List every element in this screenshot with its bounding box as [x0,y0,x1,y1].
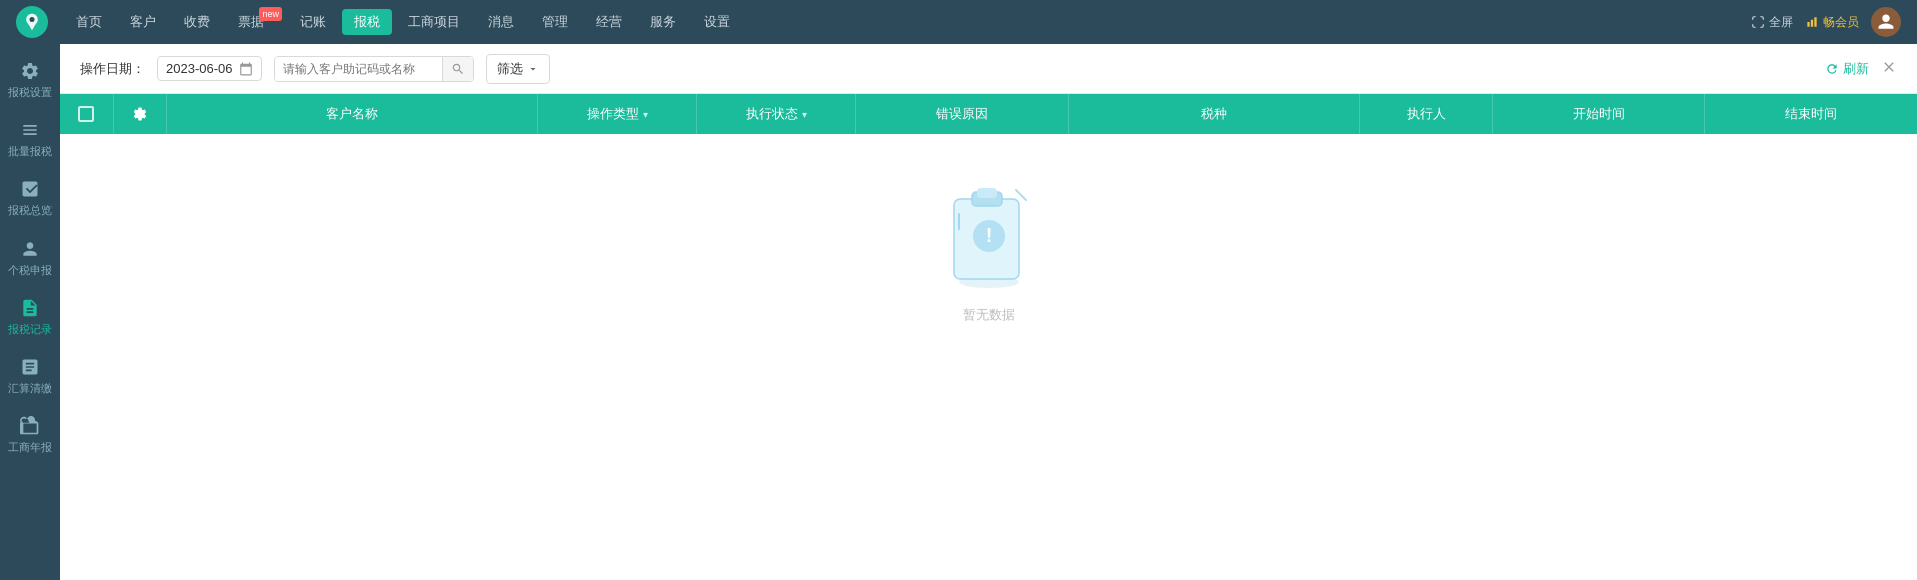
nav-item-home[interactable]: 首页 [64,9,114,35]
search-box [274,56,474,82]
chevron-down-icon [527,63,539,75]
sort-status-icon: ▾ [802,109,807,120]
member-button[interactable]: 畅会员 [1805,14,1859,31]
nav-item-finance[interactable]: 经营 [584,9,634,35]
svg-point-0 [30,17,35,22]
fullscreen-button[interactable]: 全屏 [1751,14,1793,31]
search-icon [451,62,465,76]
batch-tax-label: 批量报税 [8,145,52,158]
sidebar-item-tax-settings[interactable]: 报税设置 [2,52,58,107]
nav-item-tax[interactable]: 报税 [342,9,392,35]
svg-line-8 [1016,190,1026,200]
tax-record-icon [19,297,41,319]
nav-items: 首页 客户 收费 票据 new 记账 报税 工商项目 消息 管理 经营 服务 设… [64,9,1751,35]
tax-overview-label: 报税总览 [8,204,52,217]
th-executor-label: 执行人 [1407,105,1446,123]
nav-item-invoice[interactable]: 票据 new [226,9,284,35]
empty-text: 暂无数据 [963,306,1015,324]
tax-settings-label: 报税设置 [8,86,52,99]
filter-button[interactable]: 筛选 [486,54,550,84]
th-start-time-label: 开始时间 [1573,105,1625,123]
member-label: 畅会员 [1823,14,1859,31]
table-wrapper: 客户名称 操作类型 ▾ 执行状态 ▾ [60,94,1917,580]
svg-rect-4 [977,188,997,198]
empty-state-row: ! 暂无数据 [60,134,1917,364]
date-label: 操作日期： [80,60,145,78]
th-tax-type: 税种 [1068,94,1360,134]
tax-overview-icon [19,178,41,200]
app-logo[interactable] [16,6,48,38]
nav-item-business[interactable]: 工商项目 [396,9,472,35]
th-gear[interactable] [113,94,166,134]
nav-item-message[interactable]: 消息 [476,9,526,35]
th-end-time: 结束时间 [1705,94,1917,134]
personal-tax-label: 个税申报 [8,264,52,277]
refresh-button[interactable]: 刷新 [1825,60,1869,78]
main-layout: 报税设置 批量报税 报税总览 个税申报 [0,44,1917,580]
th-status-label: 执行状态 [746,105,798,123]
top-navigation: 首页 客户 收费 票据 new 记账 报税 工商项目 消息 管理 经营 服务 设… [0,0,1917,44]
content-area: 操作日期： 2023-06-06 筛选 [60,44,1917,580]
th-error: 错误原因 [856,94,1068,134]
settlement-icon [19,356,41,378]
th-name: 客户名称 [166,94,537,134]
search-button[interactable] [442,57,473,81]
calendar-icon [239,62,253,76]
nav-item-manage[interactable]: 管理 [530,9,580,35]
sidebar: 报税设置 批量报税 报税总览 个税申报 [0,44,60,580]
table-body: ! 暂无数据 [60,134,1917,364]
table-header-row: 客户名称 操作类型 ▾ 执行状态 ▾ [60,94,1917,134]
top-nav-right: 全屏 畅会员 [1751,7,1901,37]
sidebar-item-tax-overview[interactable]: 报税总览 [2,170,58,225]
close-icon [1881,59,1897,75]
tax-settings-icon [19,60,41,82]
personal-tax-icon [19,238,41,260]
gear-icon [132,106,148,122]
date-picker[interactable]: 2023-06-06 [157,56,262,81]
tax-record-label: 报税记录 [8,323,52,336]
th-name-label: 客户名称 [326,105,378,123]
nav-item-service[interactable]: 服务 [638,9,688,35]
close-button[interactable] [1881,59,1897,78]
th-type[interactable]: 操作类型 ▾ [537,94,696,134]
filter-label: 筛选 [497,60,523,78]
annual-report-label: 工商年报 [8,441,52,454]
nav-item-accounts[interactable]: 记账 [288,9,338,35]
avatar[interactable] [1871,7,1901,37]
sidebar-item-batch-tax[interactable]: 批量报税 [2,111,58,166]
nav-item-customer[interactable]: 客户 [118,9,168,35]
sidebar-item-annual-report[interactable]: 工商年报 [2,407,58,462]
sidebar-item-settlement[interactable]: 汇算清缴 [2,348,58,403]
th-error-label: 错误原因 [936,105,988,123]
th-executor: 执行人 [1360,94,1493,134]
annual-report-icon [19,415,41,437]
sort-type-icon: ▾ [643,109,648,120]
th-checkbox[interactable] [60,94,113,134]
svg-text:!: ! [985,224,992,246]
batch-tax-icon [19,119,41,141]
toolbar-right: 刷新 [1825,59,1897,78]
sidebar-item-personal-tax[interactable]: 个税申报 [2,230,58,285]
empty-illustration: ! [934,174,1044,294]
date-value: 2023-06-06 [166,61,233,76]
new-badge: new [259,7,282,21]
data-table: 客户名称 操作类型 ▾ 执行状态 ▾ [60,94,1917,364]
search-input[interactable] [275,57,442,81]
nav-item-settings[interactable]: 设置 [692,9,742,35]
refresh-label: 刷新 [1843,60,1869,78]
refresh-icon [1825,62,1839,76]
header-checkbox[interactable] [78,106,94,122]
th-start-time: 开始时间 [1492,94,1704,134]
sidebar-item-tax-record[interactable]: 报税记录 [2,289,58,344]
th-status[interactable]: 执行状态 ▾ [697,94,856,134]
th-end-time-label: 结束时间 [1785,105,1837,123]
nav-item-billing[interactable]: 收费 [172,9,222,35]
settlement-label: 汇算清缴 [8,382,52,395]
fullscreen-label: 全屏 [1769,14,1793,31]
th-tax-type-label: 税种 [1201,105,1227,123]
empty-state: ! 暂无数据 [60,134,1917,364]
toolbar: 操作日期： 2023-06-06 筛选 [60,44,1917,94]
th-type-label: 操作类型 [587,105,639,123]
